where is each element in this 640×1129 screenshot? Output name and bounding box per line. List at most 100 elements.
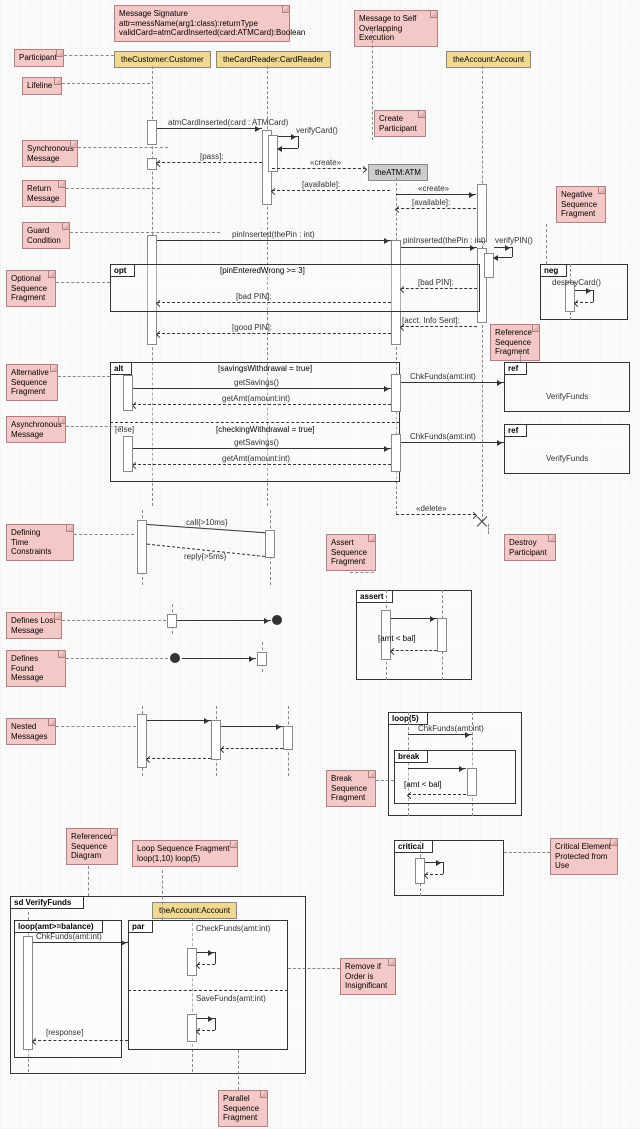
arrow <box>33 942 128 943</box>
conn <box>162 870 163 920</box>
activation <box>477 184 487 242</box>
arrow <box>401 247 477 248</box>
msg: getAmt(amount:int) <box>222 454 290 463</box>
conn <box>56 726 136 727</box>
activation <box>437 618 447 652</box>
arrow <box>157 162 262 163</box>
msg: CheckFunds(amt:int) <box>196 924 270 933</box>
activation <box>211 720 221 760</box>
arrow <box>147 720 211 721</box>
note-selfmsg: Message to Self Overlapping Execution <box>354 10 438 47</box>
arrow <box>197 1030 215 1031</box>
arrow <box>408 794 466 795</box>
frag-label: assert <box>357 591 393 603</box>
conn <box>376 780 394 781</box>
note-timeconstr: Defining Time Constraints <box>6 524 74 561</box>
self-line <box>215 1018 216 1030</box>
arrow <box>575 290 593 291</box>
arrow <box>401 288 477 289</box>
arrow <box>425 874 443 875</box>
activation <box>391 374 401 412</box>
conn <box>88 866 89 896</box>
msg: ChkFunds(amt:int) <box>410 372 476 381</box>
conn <box>66 188 160 189</box>
participant-customer: theCustomer:Customer <box>114 51 211 68</box>
guard: [amt < bal] <box>404 780 442 789</box>
arrow <box>272 190 390 191</box>
participant-cardreader: theCardReader:CardReader <box>216 51 331 68</box>
msg: [bad PIN]: <box>236 292 272 301</box>
msg: [available]: <box>412 198 450 207</box>
arrow <box>133 404 391 405</box>
msg: ChkFunds(amt:int) <box>36 932 102 941</box>
conn <box>66 426 122 427</box>
activation <box>415 858 425 884</box>
conn <box>238 1050 239 1090</box>
note-asyncmsg: Asynchronous Message <box>6 416 66 443</box>
arrow <box>157 302 391 303</box>
note-createpart: Create Participant <box>374 110 426 137</box>
participant-account: theAccount:Account <box>446 51 531 68</box>
msg: [available]: <box>302 180 340 189</box>
frag-label: critical <box>395 841 433 853</box>
arrow <box>133 464 391 465</box>
guard: [savingsWithdrawal = true] <box>218 364 312 373</box>
note-breakfrag: Break Sequence Fragment <box>326 770 376 807</box>
msg: [response] <box>46 1028 83 1037</box>
conn <box>62 83 150 84</box>
msg: [good PIN]: <box>232 323 272 332</box>
arrow <box>391 618 437 619</box>
note-loopfrag: Loop Sequence Fragment loop(1,10) loop(5… <box>132 840 238 867</box>
activation <box>187 1014 197 1042</box>
self-line <box>215 952 216 964</box>
note-signature: Message Signature attr=messName(arg1:cla… <box>114 5 290 42</box>
arrow <box>272 168 366 169</box>
conn <box>58 376 110 377</box>
conn <box>288 968 340 969</box>
arrow <box>221 748 283 749</box>
msg: SaveFunds(amt:int) <box>196 994 266 1003</box>
destroy-x <box>476 516 488 528</box>
note-refdiag: Referenced Sequence Diagram <box>66 828 118 865</box>
activation <box>167 614 177 628</box>
arrow <box>157 240 391 241</box>
conn <box>372 30 373 140</box>
activation <box>257 652 267 666</box>
msg: ChkFunds(amt:int) <box>418 724 484 733</box>
separator <box>110 422 400 423</box>
conn <box>520 352 521 362</box>
frag-label: sd VerifyFunds <box>11 897 84 909</box>
msg: getSavings() <box>234 378 279 387</box>
note-negfrag: Negative Sequence Fragment <box>556 186 606 223</box>
msg: «create» <box>310 158 341 167</box>
arrow <box>221 726 283 727</box>
self-line <box>512 247 513 257</box>
note-remove: Remove if Order is Insignificant <box>340 958 396 995</box>
frag-label: ref <box>505 363 527 375</box>
conn <box>74 534 134 535</box>
msg: pinInserted(thePin : int) <box>403 236 486 245</box>
note-reffrag: Reference Sequence Fragment <box>490 324 540 361</box>
frag-label: opt <box>111 265 135 277</box>
note-assertfrag: Assert Sequence Fragment <box>326 534 376 571</box>
arrow <box>401 326 477 327</box>
msg: VerifyFunds <box>546 392 588 401</box>
conn <box>64 55 114 56</box>
arrow <box>177 620 271 621</box>
frag-label: neg <box>541 265 567 277</box>
note-retmsg: Return Message <box>22 180 66 207</box>
frag-label: ref <box>505 425 527 437</box>
msg: VerifyFunds <box>546 454 588 463</box>
frag-label: break <box>395 751 428 763</box>
arrow <box>425 862 443 863</box>
fragment-ref2: ref <box>504 424 630 474</box>
arrow <box>391 650 437 651</box>
note-guard: Guard Condition <box>22 222 70 249</box>
frag-label: par <box>129 921 153 933</box>
msg: [pass]: <box>200 152 224 161</box>
arrow <box>408 768 466 769</box>
msg: [bad PIN]: <box>418 278 454 287</box>
msg: pinInserted(thePin : int) <box>232 230 315 239</box>
arrow <box>575 302 593 303</box>
note-syncmsg: Synchronous Message <box>22 140 78 167</box>
